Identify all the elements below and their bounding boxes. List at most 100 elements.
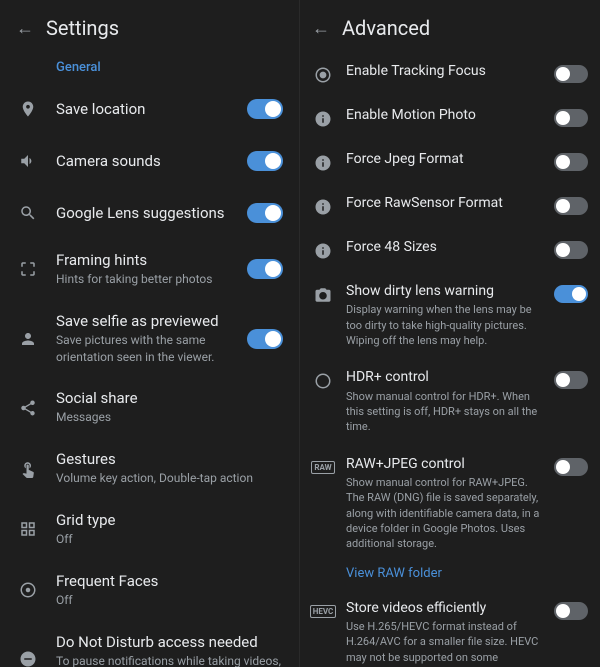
adv-sub-hdr-control: Show manual control for HDR+. When this …	[346, 389, 542, 435]
setting-name-gestures: Gestures	[56, 450, 283, 468]
left-panel-title: Settings	[46, 16, 119, 40]
setting-name-camera-sounds: Camera sounds	[56, 152, 231, 170]
right-panel-title: Advanced	[342, 16, 430, 40]
location-icon	[16, 97, 40, 121]
adv-name-store-videos: Store videos efficiently	[346, 599, 542, 617]
right-header: ← Advanced	[300, 0, 600, 52]
setting-content-save-selfie: Save selfie as previewed Save pictures w…	[56, 312, 231, 366]
right-back-button[interactable]: ←	[312, 18, 330, 39]
setting-sub-do-not-disturb: To pause notifications while taking vide…	[56, 653, 283, 667]
adv-name-hdr-control: HDR+ control	[346, 368, 542, 386]
advanced-item-store-videos[interactable]: HEVC Store videos efficiently Use H.265/…	[300, 589, 600, 667]
setting-name-save-location: Save location	[56, 100, 231, 118]
toggle-save-selfie[interactable]	[247, 329, 283, 349]
adv-name-motion-photo: Enable Motion Photo	[346, 106, 542, 124]
adv-name-raw-jpeg: RAW+JPEG control	[346, 455, 542, 473]
info-icon-48	[312, 240, 334, 262]
adv-sub-raw-jpeg: Show manual control for RAW+JPEG. The RA…	[346, 475, 542, 552]
setting-item-grid-type[interactable]: Grid type Off	[0, 499, 299, 560]
hevc-icon: HEVC	[312, 601, 334, 623]
selfie-icon	[16, 327, 40, 351]
left-header: ← Settings	[0, 0, 299, 52]
advanced-item-motion-photo[interactable]: Enable Motion Photo	[300, 96, 600, 140]
setting-content-social-share: Social share Messages	[56, 389, 283, 426]
setting-item-do-not-disturb[interactable]: Do Not Disturb access needed To pause no…	[0, 621, 299, 667]
setting-item-camera-sounds[interactable]: Camera sounds	[0, 135, 299, 187]
toggle-force-rawsensor[interactable]	[554, 197, 588, 215]
advanced-list: Enable Tracking Focus Enable Motion Phot…	[300, 52, 600, 667]
toggle-camera-sounds[interactable]	[247, 151, 283, 171]
tracking-icon	[312, 64, 334, 86]
toggle-tracking-focus[interactable]	[554, 65, 588, 83]
adv-name-force-48: Force 48 Sizes	[346, 238, 542, 256]
toggle-save-location[interactable]	[247, 99, 283, 119]
adv-name-force-rawsensor: Force RawSensor Format	[346, 194, 542, 212]
setting-item-gestures[interactable]: Gestures Volume key action, Double-tap a…	[0, 438, 299, 499]
toggle-store-videos[interactable]	[554, 602, 588, 620]
dnd-icon	[16, 647, 40, 667]
setting-name-google-lens: Google Lens suggestions	[56, 204, 231, 222]
advanced-item-force-jpeg[interactable]: Force Jpeg Format	[300, 140, 600, 184]
adv-name-force-jpeg: Force Jpeg Format	[346, 150, 542, 168]
toggle-force-jpeg[interactable]	[554, 153, 588, 171]
setting-content-save-location: Save location	[56, 100, 231, 118]
adv-sub-dirty-lens: Display warning when the lens may be too…	[346, 302, 542, 348]
adv-content-force-rawsensor: Force RawSensor Format	[346, 194, 542, 212]
setting-item-save-location[interactable]: Save location	[0, 83, 299, 135]
setting-item-google-lens[interactable]: Google Lens suggestions	[0, 187, 299, 239]
toggle-dirty-lens[interactable]	[554, 285, 588, 303]
setting-item-save-selfie[interactable]: Save selfie as previewed Save pictures w…	[0, 300, 299, 378]
setting-name-social-share: Social share	[56, 389, 283, 407]
adv-content-raw-jpeg: RAW+JPEG control Show manual control for…	[346, 455, 542, 552]
setting-name-do-not-disturb: Do Not Disturb access needed	[56, 633, 283, 651]
setting-content-frequent-faces: Frequent Faces Off	[56, 572, 283, 609]
toggle-raw-jpeg[interactable]	[554, 458, 588, 476]
toggle-motion-photo[interactable]	[554, 109, 588, 127]
faces-icon	[16, 578, 40, 602]
advanced-item-raw-jpeg[interactable]: RAW RAW+JPEG control Show manual control…	[300, 445, 600, 562]
framing-icon	[16, 257, 40, 281]
setting-content-framing-hints: Framing hints Hints for taking better ph…	[56, 251, 231, 288]
advanced-item-tracking-focus[interactable]: Enable Tracking Focus	[300, 52, 600, 96]
setting-content-do-not-disturb: Do Not Disturb access needed To pause no…	[56, 633, 283, 667]
info-icon-motion	[312, 108, 334, 130]
setting-sub-grid-type: Off	[56, 531, 283, 548]
setting-name-frequent-faces: Frequent Faces	[56, 572, 283, 590]
grid-icon	[16, 517, 40, 541]
setting-item-framing-hints[interactable]: Framing hints Hints for taking better ph…	[0, 239, 299, 300]
adv-content-hdr-control: HDR+ control Show manual control for HDR…	[346, 368, 542, 434]
setting-sub-social-share: Messages	[56, 409, 283, 426]
dirty-lens-icon	[312, 284, 334, 306]
setting-sub-gestures: Volume key action, Double-tap action	[56, 470, 283, 487]
adv-sub-store-videos: Use H.265/HEVC format instead of H.264/A…	[346, 619, 542, 667]
section-general-label: General	[0, 52, 299, 83]
setting-content-camera-sounds: Camera sounds	[56, 152, 231, 170]
gesture-icon	[16, 457, 40, 481]
setting-item-frequent-faces[interactable]: Frequent Faces Off	[0, 560, 299, 621]
raw-jpeg-icon: RAW	[312, 457, 334, 479]
setting-content-google-lens: Google Lens suggestions	[56, 204, 231, 222]
view-raw-link[interactable]: View RAW folder	[300, 562, 600, 589]
toggle-framing-hints[interactable]	[247, 259, 283, 279]
adv-content-tracking-focus: Enable Tracking Focus	[346, 62, 542, 80]
lens-icon	[16, 201, 40, 225]
toggle-google-lens[interactable]	[247, 203, 283, 223]
hdr-icon	[312, 370, 334, 392]
sound-icon	[16, 149, 40, 173]
advanced-item-force-rawsensor[interactable]: Force RawSensor Format	[300, 184, 600, 228]
adv-name-tracking-focus: Enable Tracking Focus	[346, 62, 542, 80]
toggle-force-48[interactable]	[554, 241, 588, 259]
toggle-hdr-control[interactable]	[554, 371, 588, 389]
setting-name-framing-hints: Framing hints	[56, 251, 231, 269]
left-back-button[interactable]: ←	[16, 18, 34, 39]
advanced-item-force-48[interactable]: Force 48 Sizes	[300, 228, 600, 272]
advanced-item-hdr-control[interactable]: HDR+ control Show manual control for HDR…	[300, 358, 600, 444]
info-icon-raw	[312, 196, 334, 218]
setting-item-social-share[interactable]: Social share Messages	[0, 377, 299, 438]
setting-sub-framing-hints: Hints for taking better photos	[56, 271, 231, 288]
info-icon-jpeg	[312, 152, 334, 174]
advanced-item-dirty-lens[interactable]: Show dirty lens warning Display warning …	[300, 272, 600, 358]
adv-content-force-jpeg: Force Jpeg Format	[346, 150, 542, 168]
adv-content-store-videos: Store videos efficiently Use H.265/HEVC …	[346, 599, 542, 667]
right-panel: ← Advanced Enable Tracking Focus Enable …	[300, 0, 600, 667]
